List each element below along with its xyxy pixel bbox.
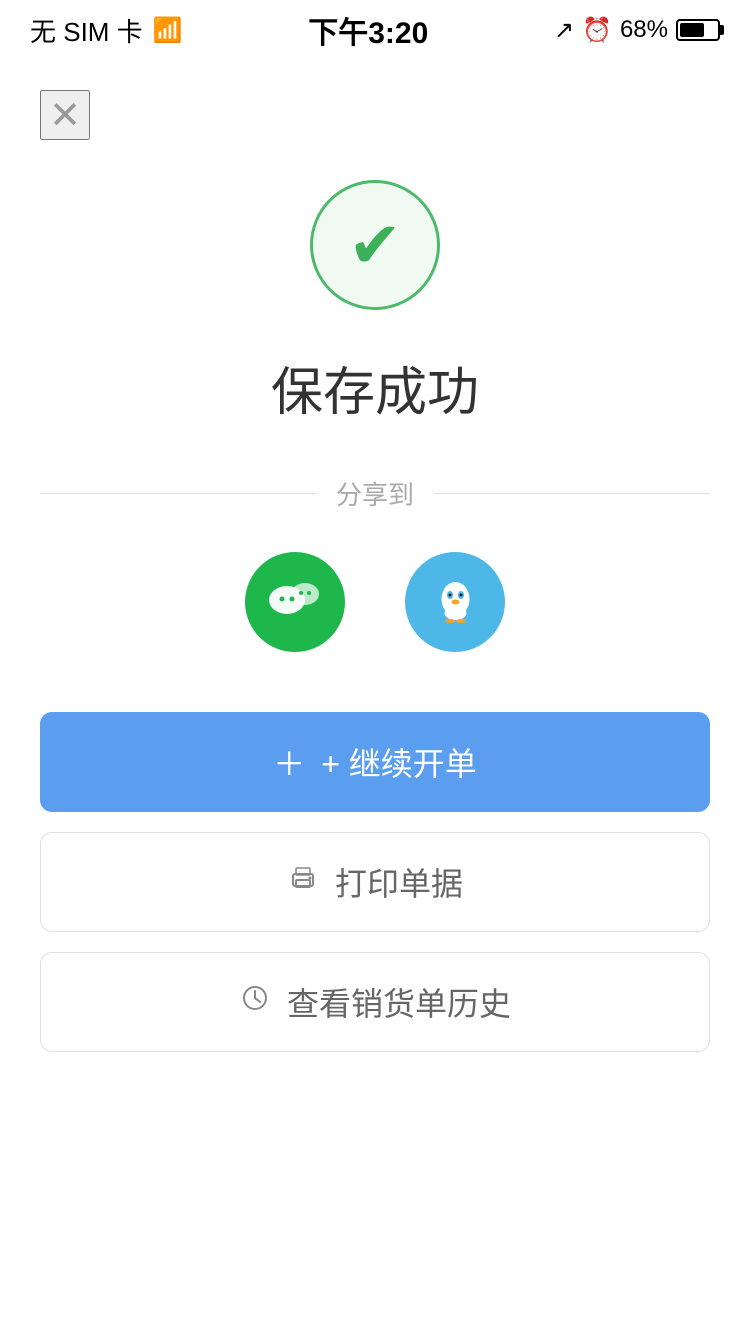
share-label: 分享到 [336, 475, 414, 512]
printer-icon [287, 862, 319, 902]
history-label: 查看销货单历史 [287, 979, 511, 1025]
share-icons [245, 552, 505, 652]
status-right: ↗ ⏰ 68% [554, 16, 720, 45]
print-button[interactable]: 打印单据 [40, 832, 710, 932]
close-button[interactable]: ✕ [40, 90, 90, 140]
status-bar: 无 SIM 卡 📶 下午3:20 ↗ ⏰ 68% [0, 0, 750, 60]
close-icon: ✕ [49, 93, 81, 138]
divider-right [434, 493, 710, 494]
carrier-text: 无 SIM 卡 [30, 12, 143, 49]
continue-order-label: + 继续开单 [321, 739, 477, 785]
print-label: 打印单据 [335, 859, 463, 905]
share-divider: 分享到 [40, 475, 710, 512]
wechat-share-button[interactable] [245, 552, 345, 652]
qq-icon [428, 575, 483, 630]
continue-order-button[interactable]: ＋ + 继续开单 [40, 712, 710, 812]
wechat-icon [265, 572, 325, 632]
wifi-icon: 📶 [153, 16, 183, 45]
alarm-icon: ⏰ [582, 16, 612, 45]
check-circle: ✔ [310, 180, 440, 310]
battery-percent: 68% [620, 16, 668, 44]
plus-icon: ＋ [273, 739, 305, 785]
success-title: 保存成功 [271, 350, 479, 425]
time-display: 下午3:20 [308, 8, 428, 52]
action-buttons: ＋ + 继续开单 打印单据 [40, 712, 710, 1052]
history-icon [239, 982, 271, 1022]
success-section: ✔ 保存成功 分享到 [40, 180, 710, 1092]
status-left: 无 SIM 卡 📶 [30, 12, 183, 49]
location-icon: ↗ [554, 16, 574, 45]
checkmark-icon: ✔ [348, 213, 402, 277]
divider-left [40, 493, 316, 494]
qq-share-button[interactable] [405, 552, 505, 652]
view-history-button[interactable]: 查看销货单历史 [40, 952, 710, 1052]
battery-icon [676, 19, 720, 41]
main-content: ✕ ✔ 保存成功 分享到 [0, 60, 750, 1122]
